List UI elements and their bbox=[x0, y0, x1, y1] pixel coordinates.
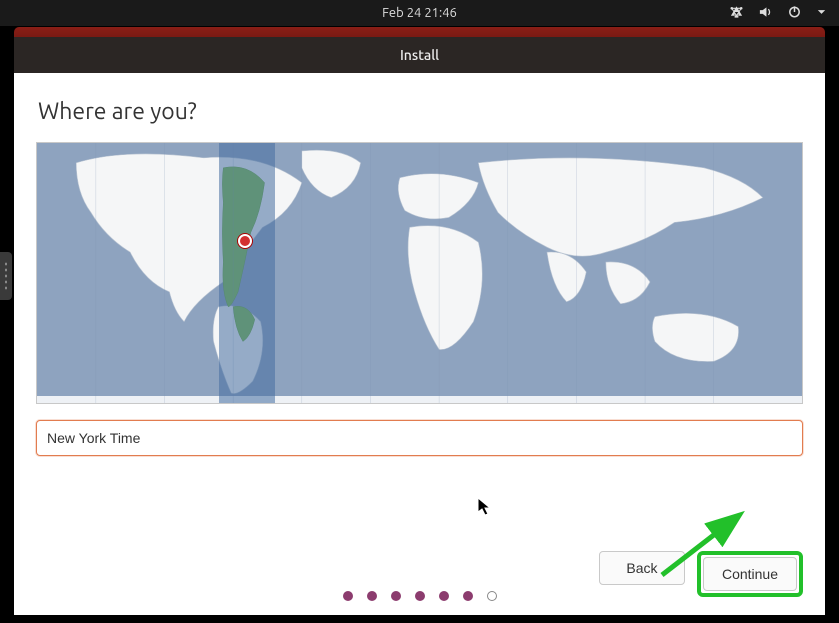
clock: Feb 24 21:46 bbox=[382, 6, 457, 20]
network-icon[interactable] bbox=[729, 5, 744, 22]
window-titlebar: Install bbox=[14, 37, 825, 73]
chevron-down-icon[interactable] bbox=[816, 5, 827, 22]
timezone-map[interactable] bbox=[36, 142, 803, 404]
window-frame-top bbox=[14, 27, 825, 37]
progress-dot bbox=[463, 591, 473, 601]
panel-reveal-tab[interactable] bbox=[0, 252, 12, 300]
continue-highlight: Continue bbox=[697, 551, 803, 597]
progress-dot bbox=[439, 591, 449, 601]
timezone-band-selected bbox=[219, 143, 275, 403]
installer-page: Where are you? bbox=[14, 73, 825, 615]
nav-buttons: Back Continue bbox=[599, 551, 803, 597]
world-map-svg bbox=[37, 143, 802, 403]
system-topbar: Feb 24 21:46 bbox=[0, 0, 839, 26]
progress-dots bbox=[343, 591, 497, 601]
page-heading: Where are you? bbox=[14, 73, 825, 142]
timezone-input[interactable] bbox=[36, 420, 803, 456]
system-indicators bbox=[729, 5, 827, 22]
progress-dot bbox=[391, 591, 401, 601]
progress-dot bbox=[343, 591, 353, 601]
back-button[interactable]: Back bbox=[599, 551, 685, 585]
progress-dot bbox=[367, 591, 377, 601]
location-marker bbox=[238, 234, 252, 248]
continue-button[interactable]: Continue bbox=[703, 557, 797, 591]
window-title: Install bbox=[400, 47, 439, 63]
progress-dot bbox=[487, 591, 497, 601]
power-icon[interactable] bbox=[787, 5, 802, 22]
progress-dot bbox=[415, 591, 425, 601]
volume-icon[interactable] bbox=[758, 5, 773, 22]
